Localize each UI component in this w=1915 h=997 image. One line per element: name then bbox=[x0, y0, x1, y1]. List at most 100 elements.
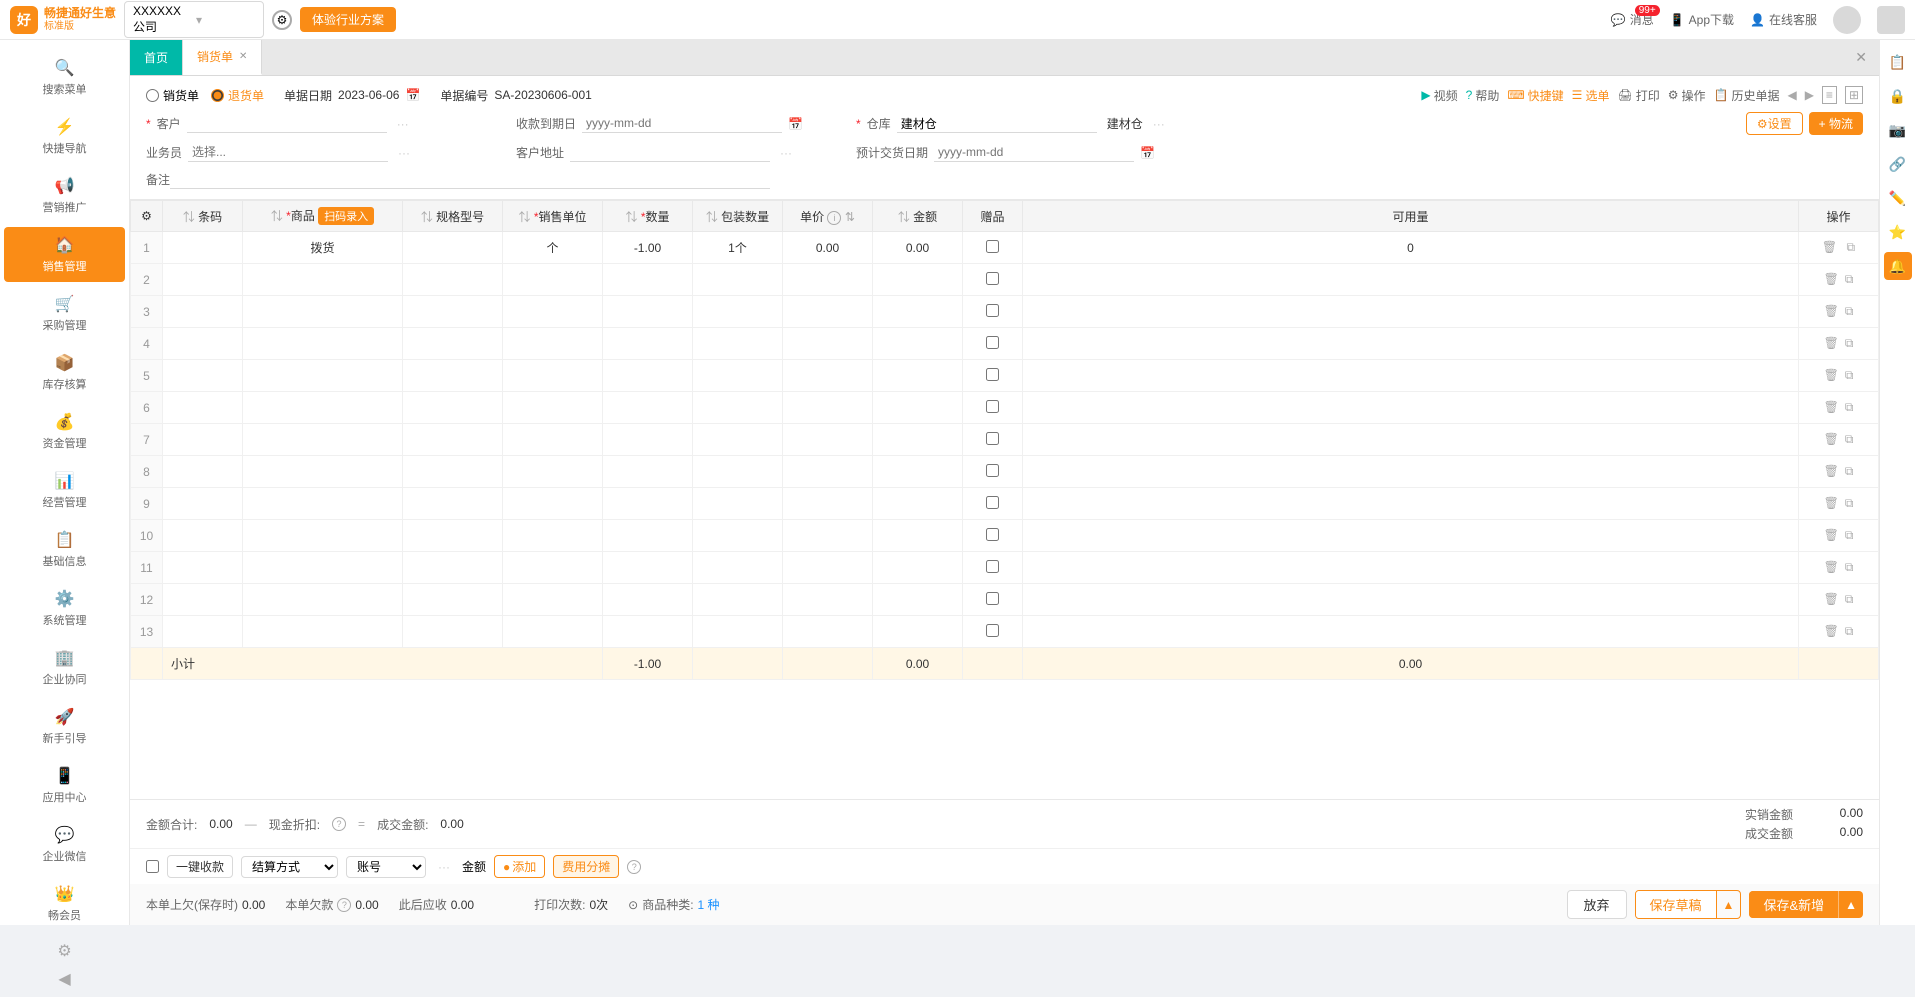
save-new-button[interactable]: 保存&新增 bbox=[1749, 891, 1838, 918]
sidebar-item-purchase[interactable]: 🛒 采购管理 bbox=[4, 286, 125, 341]
draft-dropdown-icon[interactable]: ▲ bbox=[1716, 891, 1741, 918]
abandon-button[interactable]: 放弃 bbox=[1567, 890, 1627, 919]
save-new-dropdown-icon[interactable]: ▲ bbox=[1838, 891, 1863, 918]
sidebar-item-appcenter[interactable]: 📱 应用中心 bbox=[4, 758, 125, 813]
toolbar-shortcut[interactable]: ⌨ 快捷键 bbox=[1507, 87, 1563, 104]
sidebar-item-member[interactable]: 👑 畅会员 bbox=[4, 876, 125, 931]
row-qty-1[interactable]: -1.00 bbox=[603, 232, 693, 264]
rsb-icon-star[interactable]: ⭐ bbox=[1884, 218, 1912, 246]
sidebar-item-wechat[interactable]: 💬 企业微信 bbox=[4, 817, 125, 872]
sidebar-item-quicknav[interactable]: ⚡ 快捷导航 bbox=[4, 109, 125, 164]
user-avatar[interactable] bbox=[1833, 6, 1861, 34]
remark-input[interactable] bbox=[170, 170, 770, 189]
rsb-icon-clipboard[interactable]: 📋 bbox=[1884, 48, 1912, 76]
one-click-button[interactable]: 一键收款 bbox=[167, 855, 233, 878]
warehouse-input[interactable] bbox=[897, 114, 1097, 133]
settings-button[interactable]: ⚙设置 bbox=[1746, 112, 1803, 135]
fee-split-button[interactable]: 费用分摊 bbox=[553, 855, 619, 878]
rsb-icon-bell[interactable]: 🔔 bbox=[1884, 252, 1912, 280]
order-no-value[interactable]: SA-20230606-001 bbox=[494, 88, 591, 102]
logistics-button[interactable]: + 物流 bbox=[1809, 112, 1863, 135]
customer-more-icon[interactable]: ··· bbox=[393, 117, 413, 131]
address-more-icon[interactable]: ··· bbox=[776, 146, 796, 160]
fee-info-icon[interactable]: ? bbox=[627, 860, 641, 874]
row-price-1[interactable]: 0.00 bbox=[783, 232, 873, 264]
toolbar-filter[interactable]: ☰ 选单 bbox=[1572, 87, 1610, 104]
sidebar-item-search[interactable]: 🔍 搜索菜单 bbox=[4, 50, 125, 105]
row-barcode-1[interactable] bbox=[163, 232, 243, 264]
row-product-1[interactable]: 拨货 bbox=[243, 232, 403, 264]
payment-method-select[interactable]: 结算方式 bbox=[241, 856, 338, 878]
tab-close-icon[interactable]: ✕ bbox=[239, 51, 247, 62]
rsb-icon-camera[interactable]: 📷 bbox=[1884, 116, 1912, 144]
toolbar-nav-prev[interactable]: ◀ bbox=[1787, 88, 1796, 102]
online-service-nav[interactable]: 👤 在线客服 bbox=[1750, 11, 1817, 28]
sidebar-item-guide[interactable]: 🚀 新手引导 bbox=[4, 699, 125, 754]
sidebar-collapse-icon[interactable]: ◀ bbox=[58, 969, 70, 989]
discount-info-icon[interactable]: ? bbox=[332, 817, 346, 831]
rsb-icon-link[interactable]: 🔗 bbox=[1884, 150, 1912, 178]
col-packqty-sort[interactable]: ⇅ bbox=[706, 210, 718, 224]
customer-address-input[interactable] bbox=[570, 143, 770, 162]
col-spec-sort[interactable]: ⇅ bbox=[421, 210, 433, 224]
toolbar-nav-next[interactable]: ▶ bbox=[1805, 88, 1814, 102]
toolbar-print[interactable]: 🖨 打印 bbox=[1617, 87, 1659, 104]
company-selector[interactable]: XXXXXX公司 ▾ bbox=[124, 1, 264, 38]
rsb-icon-lock[interactable]: 🔒 bbox=[1884, 82, 1912, 110]
settings-icon[interactable]: ⚙ bbox=[272, 10, 292, 30]
col-unit-sort[interactable]: ⇅ bbox=[518, 210, 530, 224]
radio-return[interactable]: 退货单 bbox=[211, 87, 264, 104]
sidebar-item-finance[interactable]: 💰 资金管理 bbox=[4, 404, 125, 459]
scan-button[interactable]: 扫码录入 bbox=[318, 207, 374, 225]
sidebar-item-basic[interactable]: 📋 基础信息 bbox=[4, 522, 125, 577]
user-menu[interactable] bbox=[1877, 6, 1905, 34]
toolbar-video[interactable]: ▶ 视频 bbox=[1421, 87, 1457, 104]
sidebar-item-enterprise[interactable]: 🏢 企业协同 bbox=[4, 640, 125, 695]
row-delete-2[interactable]: 🗑 bbox=[1824, 272, 1839, 286]
col-price-sort[interactable]: ⇅ bbox=[845, 210, 855, 224]
total-owed-info[interactable]: ? bbox=[337, 898, 351, 912]
one-click-checkbox[interactable] bbox=[146, 860, 159, 873]
customer-input[interactable] bbox=[187, 114, 387, 133]
sidebar-item-system[interactable]: ⚙️ 系统管理 bbox=[4, 581, 125, 636]
date-value[interactable]: 2023-06-06 bbox=[338, 88, 399, 102]
warehouse-more-icon[interactable]: ··· bbox=[1149, 117, 1169, 131]
toolbar-operation[interactable]: ⚙ 操作 bbox=[1668, 87, 1706, 104]
col-qty-sort[interactable]: ⇅ bbox=[625, 210, 637, 224]
payment-account-select[interactable]: 账号 bbox=[346, 856, 426, 878]
save-draft-button[interactable]: 保存草稿 bbox=[1636, 891, 1716, 918]
toolbar-history[interactable]: 📋 历史单据 bbox=[1713, 87, 1779, 104]
sidebar-item-inventory[interactable]: 📦 库存核算 bbox=[4, 345, 125, 400]
message-nav[interactable]: 💬 消息 99+ bbox=[1611, 11, 1654, 28]
date-calendar-icon[interactable]: 📅 bbox=[405, 88, 420, 102]
trial-button[interactable]: 体验行业方案 bbox=[300, 7, 396, 32]
row-gift-1[interactable] bbox=[963, 232, 1023, 264]
sidebar-item-marketing[interactable]: 📢 营销推广 bbox=[4, 168, 125, 223]
tab-salesorder[interactable]: 销货单 ✕ bbox=[183, 40, 262, 75]
sidebar-settings-icon[interactable]: ⚙ bbox=[57, 941, 71, 961]
row-packqty-1[interactable]: 1个 bbox=[693, 232, 783, 264]
col-product-sort[interactable]: ⇅ bbox=[271, 209, 283, 223]
rsb-icon-edit[interactable]: ✏️ bbox=[1884, 184, 1912, 212]
payment-add-button[interactable]: ● 添加 bbox=[494, 855, 545, 878]
due-date-input[interactable] bbox=[582, 114, 782, 133]
row-copy-2[interactable]: ⧉ bbox=[1845, 272, 1854, 286]
row-spec-1[interactable] bbox=[403, 232, 503, 264]
row-copy-1[interactable]: ⧉ bbox=[1847, 240, 1856, 254]
sidebar-item-operation[interactable]: 📊 经营管理 bbox=[4, 463, 125, 518]
app-download-nav[interactable]: 📱 App下载 bbox=[1670, 11, 1734, 28]
salesperson-input[interactable] bbox=[188, 143, 388, 162]
col-barcode-sort[interactable]: ⇅ bbox=[183, 210, 195, 224]
col-amount-sort[interactable]: ⇅ bbox=[898, 210, 910, 224]
price-info-icon[interactable]: i bbox=[827, 211, 841, 225]
due-date-calendar-icon[interactable]: 📅 bbox=[788, 117, 803, 131]
th-settings[interactable]: ⚙ bbox=[131, 201, 163, 232]
radio-sales[interactable]: 销货单 bbox=[146, 87, 199, 104]
row-unit-1[interactable]: 个 bbox=[503, 232, 603, 264]
sidebar-item-sales[interactable]: 🏠 销售管理 bbox=[4, 227, 125, 282]
payment-account-more[interactable]: ··· bbox=[434, 860, 454, 874]
tab-area-close[interactable]: ✕ bbox=[1843, 49, 1879, 66]
toolbar-help[interactable]: ? 帮助 bbox=[1466, 87, 1500, 104]
expected-delivery-input[interactable] bbox=[934, 143, 1134, 162]
toolbar-view2[interactable]: ⊞ bbox=[1845, 86, 1863, 104]
